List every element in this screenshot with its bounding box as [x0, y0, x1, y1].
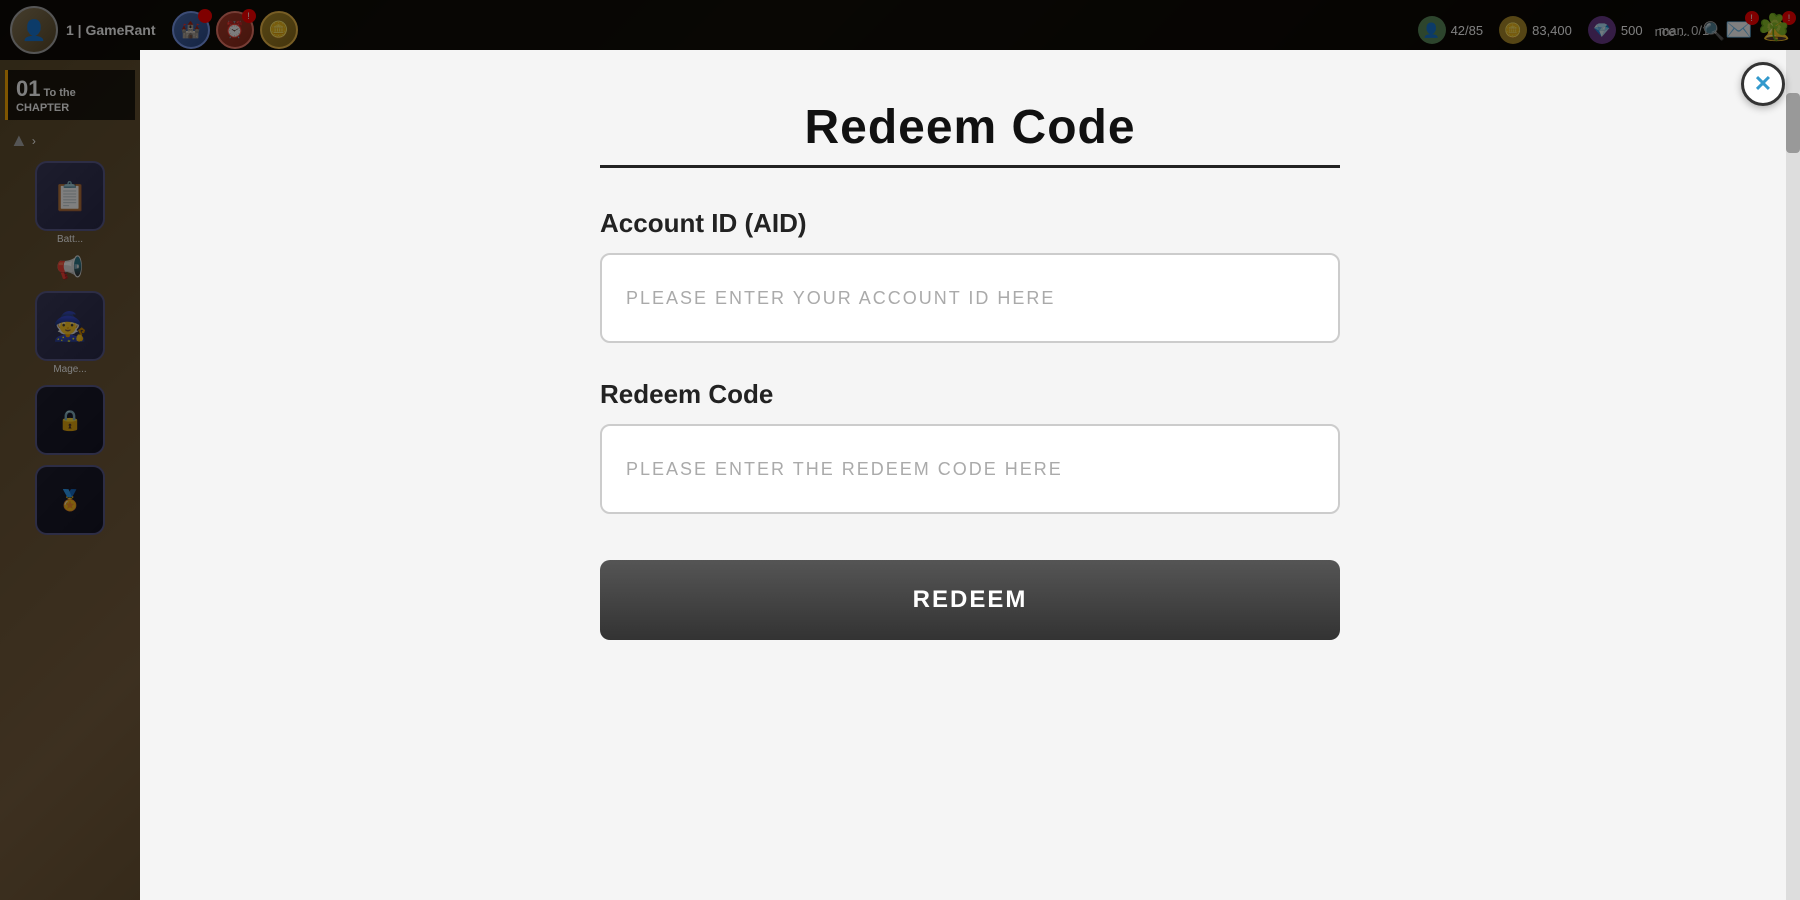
scrollbar[interactable]	[1786, 50, 1800, 900]
account-id-input[interactable]	[600, 253, 1340, 343]
modal-title: Redeem Code	[600, 100, 1340, 155]
modal-divider	[600, 165, 1340, 168]
modal-close-button[interactable]: ✕	[1741, 62, 1785, 106]
redeem-code-modal: ✕ Redeem Code Account ID (AID) Redeem Co…	[140, 50, 1800, 900]
close-icon: ✕	[1754, 71, 1772, 97]
account-id-label: Account ID (AID)	[600, 208, 1340, 239]
account-id-field-group: Account ID (AID)	[600, 208, 1340, 379]
redeem-code-label: Redeem Code	[600, 379, 1340, 410]
submit-button[interactable]: REDEEM	[600, 560, 1340, 640]
scroll-thumb[interactable]	[1786, 93, 1800, 153]
submit-label: REDEEM	[913, 586, 1028, 613]
modal-content: Redeem Code Account ID (AID) Redeem Code…	[520, 50, 1420, 700]
redeem-code-input[interactable]	[600, 424, 1340, 514]
redeem-code-field-group: Redeem Code	[600, 379, 1340, 550]
